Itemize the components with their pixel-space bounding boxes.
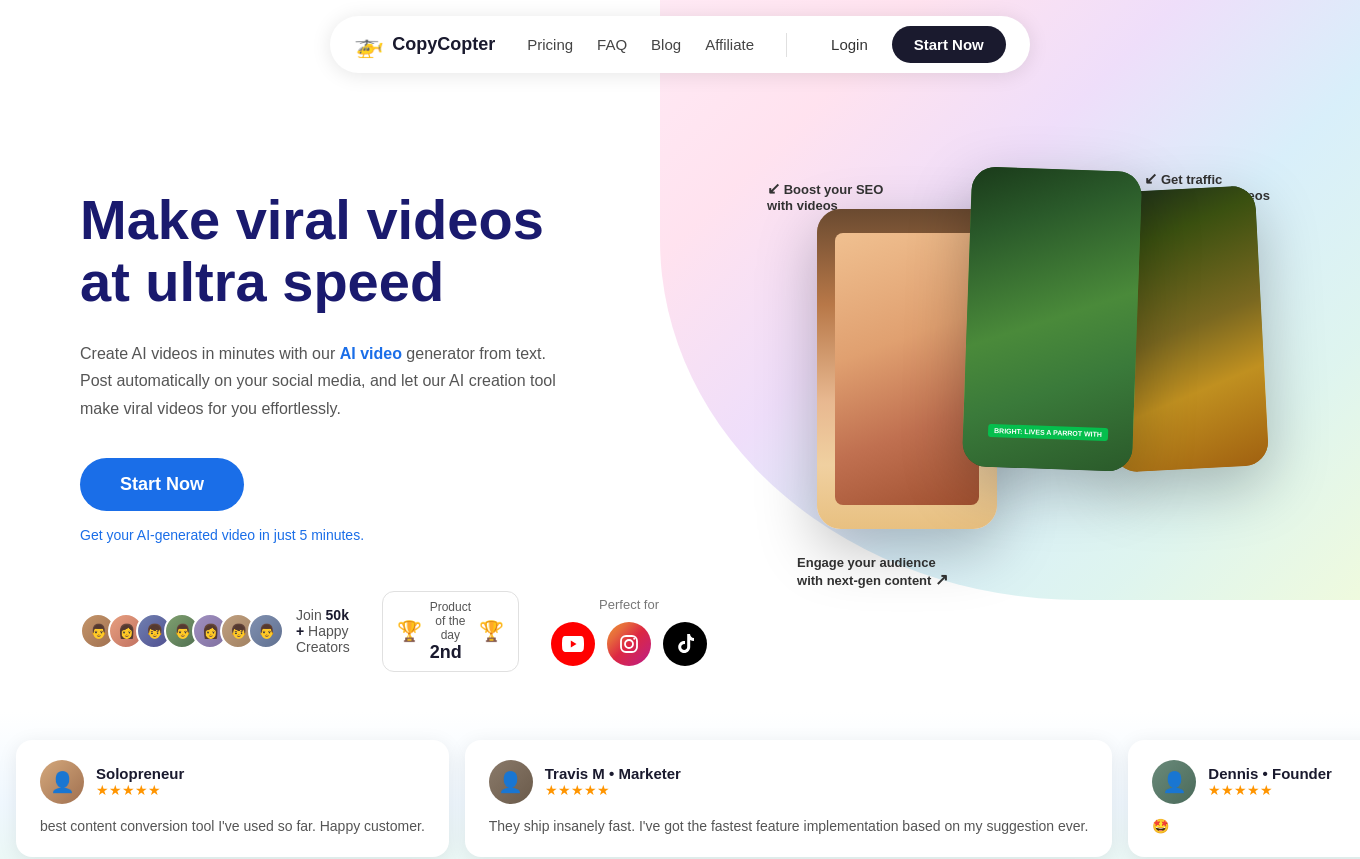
review-name: Travis M • Marketer	[545, 765, 681, 782]
traffic-arrow-icon: ↙	[1144, 169, 1157, 188]
review-card: 👤 Dennis • Founder ★★★★★ 🤩	[1128, 740, 1360, 857]
review-text: They ship insanely fast. I've got the fa…	[489, 816, 1089, 837]
social-proof: 👨 👩 👦 👨 👩 👦 👨 Join 50k + Happy Creators …	[80, 591, 707, 672]
social-icons-row	[551, 622, 707, 666]
youtube-icon	[551, 622, 595, 666]
reviews-section: 👤 Solopreneur ★★★★★ best content convers…	[0, 712, 1360, 859]
join-text: Join 50k + Happy Creators	[296, 607, 350, 655]
svg-point-3	[633, 638, 635, 640]
review-stars: ★★★★★	[545, 782, 681, 798]
engage-label: Engage your audiencewith next-gen conten…	[797, 555, 948, 589]
phone-mockup-parrot: BRIGHT: LIVES A PARROT WITH	[962, 166, 1142, 472]
tiktok-icon	[663, 622, 707, 666]
logo-link[interactable]: 🚁 CopyCopter	[354, 31, 495, 59]
ph-label: Product of the day	[430, 600, 471, 642]
hero-section: Make viral videos at ultra speed Create …	[0, 89, 1360, 712]
review-card: 👤 Solopreneur ★★★★★ best content convers…	[16, 740, 449, 857]
instagram-icon	[607, 622, 651, 666]
phone-overlay-text: BRIGHT: LIVES A PARROT WITH	[988, 424, 1108, 441]
hero-title: Make viral videos at ultra speed	[80, 189, 707, 312]
nav-faq[interactable]: FAQ	[597, 36, 627, 53]
login-button[interactable]: Login	[819, 30, 880, 59]
review-text: 🤩	[1152, 816, 1360, 837]
review-avatar: 👤	[489, 760, 533, 804]
review-avatar: 👤	[40, 760, 84, 804]
laurel-left-icon: 🏆	[397, 619, 422, 643]
product-hunt-badge: 🏆 Product of the day 2nd 🏆	[382, 591, 519, 672]
avatars-group: 👨 👩 👦 👨 👩 👦 👨	[80, 613, 284, 649]
seo-label: ↙ Boost your SEOwith videos	[767, 179, 883, 213]
brand-name: CopyCopter	[392, 34, 495, 55]
logo-icon: 🚁	[354, 31, 384, 59]
hero-left: Make viral videos at ultra speed Create …	[80, 149, 707, 672]
review-name: Dennis • Founder	[1208, 765, 1332, 782]
nav-actions: Login Start Now	[819, 26, 1006, 63]
nav-divider	[786, 33, 787, 57]
review-card: 👤 Travis M • Marketer ★★★★★ They ship in…	[465, 740, 1113, 857]
phone-mockups-area: ↙ Boost your SEOwith videos ↙ Get traffi…	[767, 149, 1280, 649]
laurel-right-icon: 🏆	[479, 619, 504, 643]
review-avatar: 👤	[1152, 760, 1196, 804]
nav-pricing[interactable]: Pricing	[527, 36, 573, 53]
engage-arrow-icon: ↗	[935, 570, 948, 589]
nav-affiliate[interactable]: Affiliate	[705, 36, 754, 53]
start-now-hero-button[interactable]: Start Now	[80, 458, 244, 511]
ph-rank: 2nd	[430, 642, 471, 663]
hero-subtext: Get your AI-generated video in just 5 mi…	[80, 527, 707, 543]
nav-blog[interactable]: Blog	[651, 36, 681, 53]
review-header: 👤 Solopreneur ★★★★★	[40, 760, 425, 804]
review-text: best content conversion tool I've used s…	[40, 816, 425, 837]
svg-point-2	[625, 640, 633, 648]
review-header: 👤 Travis M • Marketer ★★★★★	[489, 760, 1089, 804]
review-header: 👤 Dennis • Founder ★★★★★	[1152, 760, 1360, 804]
perfect-for-label: Perfect for	[599, 597, 659, 612]
nav-links: Pricing FAQ Blog Affiliate	[527, 36, 754, 53]
review-stars: ★★★★★	[96, 782, 184, 798]
reviews-row-1: 👤 Solopreneur ★★★★★ best content convers…	[0, 732, 1360, 859]
navbar: 🚁 CopyCopter Pricing FAQ Blog Affiliate …	[0, 0, 1360, 89]
review-stars: ★★★★★	[1208, 782, 1332, 798]
hero-description: Create AI videos in minutes with our AI …	[80, 340, 560, 422]
seo-arrow-icon: ↙	[767, 179, 780, 198]
start-now-nav-button[interactable]: Start Now	[892, 26, 1006, 63]
review-name: Solopreneur	[96, 765, 184, 782]
avatar: 👨	[248, 613, 284, 649]
perfect-for: Perfect for	[551, 597, 707, 666]
